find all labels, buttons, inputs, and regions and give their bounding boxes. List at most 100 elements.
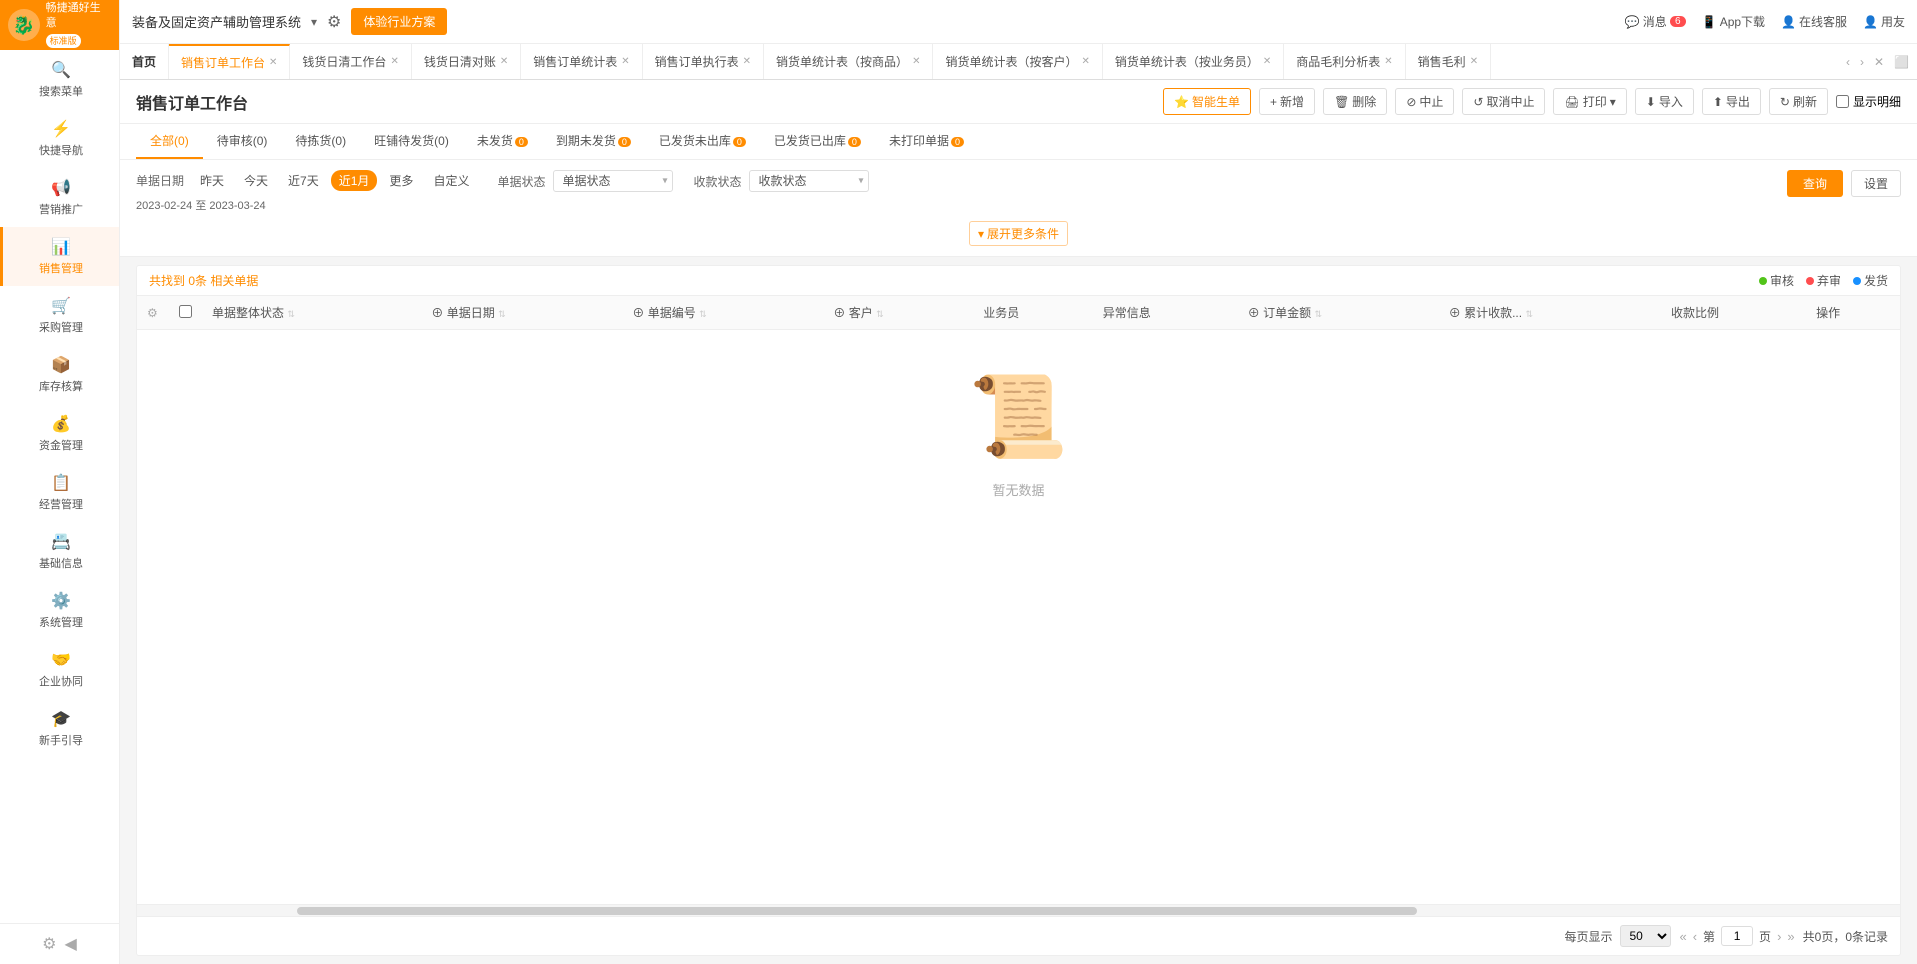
sort-icon[interactable]: ⇅: [1314, 309, 1322, 319]
sidebar-item-guide[interactable]: 🎓 新手引导: [0, 699, 119, 758]
tab-sales-summary-staff[interactable]: 销货单统计表（按业务员） ✕: [1103, 44, 1284, 80]
topbar-action-button[interactable]: 体验行业方案: [351, 8, 447, 35]
review-button[interactable]: 审核: [1759, 272, 1794, 289]
tab-cash-reconcile[interactable]: 钱货日清对账 ✕: [412, 44, 521, 80]
sidebar-item-system[interactable]: ⚙️ 系统管理: [0, 581, 119, 640]
refresh-button[interactable]: ↻ 刷新: [1769, 88, 1828, 115]
sidebar-item-inventory[interactable]: 📦 库存核算: [0, 345, 119, 404]
abandon-review-button[interactable]: 弃审: [1806, 272, 1841, 289]
system-icon: ⚙️: [51, 591, 71, 611]
sidebar-item-search[interactable]: 🔍 搜索菜单: [0, 50, 119, 109]
delete-button[interactable]: 🗑 删除: [1323, 88, 1387, 115]
detail-checkbox-input[interactable]: [1836, 95, 1849, 108]
table-scroll[interactable]: ⚙ 单据整体状态 ⇅ ⊕ 单据日期 ⇅ ⊕ 单据: [137, 296, 1900, 904]
sub-tab-pending-review[interactable]: 待审核(0): [203, 124, 282, 159]
cancel-stop-button[interactable]: ↺ 取消中止: [1462, 88, 1545, 115]
tab-close-icon[interactable]: ✕: [1470, 56, 1478, 67]
sub-tab-all[interactable]: 全部(0): [136, 124, 203, 159]
tab-close-icon[interactable]: ✕: [390, 56, 398, 67]
expand-filter-button[interactable]: ▾ 展开更多条件: [969, 221, 1068, 246]
show-detail-checkbox[interactable]: 显示明细: [1836, 93, 1901, 110]
tab-sales-gross[interactable]: 销售毛利 ✕: [1406, 44, 1491, 80]
tab-close-icon[interactable]: ✕: [621, 56, 629, 67]
tab-next-icon[interactable]: ›: [1856, 53, 1868, 71]
user-btn[interactable]: 👤 用友: [1863, 13, 1905, 30]
query-button[interactable]: 查询: [1787, 170, 1843, 197]
sub-tab-shipped-not-out[interactable]: 已发货未出库0: [645, 124, 760, 159]
page-last-btn[interactable]: »: [1787, 929, 1794, 944]
tab-home[interactable]: 首页: [120, 44, 169, 80]
add-button[interactable]: + 新增: [1259, 88, 1315, 115]
tab-close-icon[interactable]: ✕: [1263, 56, 1271, 67]
tab-gross-profit[interactable]: 商品毛利分析表 ✕: [1284, 44, 1405, 80]
set-button[interactable]: 设置: [1851, 170, 1901, 197]
settings-icon[interactable]: ⚙: [42, 934, 56, 954]
online-service-btn[interactable]: 👤 在线客服: [1781, 13, 1847, 30]
scrollbar-thumb[interactable]: [297, 907, 1417, 915]
tab-sales-workbench[interactable]: 销售订单工作台 ✕: [169, 44, 290, 80]
date-more[interactable]: 更多: [381, 170, 421, 191]
topbar-dropdown-icon[interactable]: ▾: [311, 15, 317, 29]
tab-prev-icon[interactable]: ‹: [1842, 53, 1854, 71]
tab-sales-summary-customer[interactable]: 销货单统计表（按客户） ✕: [933, 44, 1102, 80]
tab-sales-summary-product[interactable]: 销货单统计表（按商品） ✕: [764, 44, 933, 80]
tab-cash-daily[interactable]: 钱货日清工作台 ✕: [290, 44, 411, 80]
topbar-settings-icon[interactable]: ⚙: [327, 12, 341, 32]
sort-icon[interactable]: ⇅: [287, 309, 295, 319]
col-settings[interactable]: ⚙: [137, 296, 169, 330]
sub-tab-overdue[interactable]: 到期未发货0: [542, 124, 645, 159]
sidebar-item-base-info[interactable]: 📇 基础信息: [0, 522, 119, 581]
tab-close-icon[interactable]: ✕: [1081, 56, 1089, 67]
sub-tab-not-printed[interactable]: 未打印单据0: [875, 124, 978, 159]
app-download-btn[interactable]: 📱 App下载: [1702, 13, 1765, 30]
sub-tab-wangpu[interactable]: 旺铺待发货(0): [360, 124, 463, 159]
sort-icon[interactable]: ⇅: [1525, 309, 1533, 319]
status-select[interactable]: 单据状态: [553, 170, 673, 192]
sidebar-item-finance[interactable]: 💰 资金管理: [0, 404, 119, 463]
sidebar-item-purchase[interactable]: 🛒 采购管理: [0, 286, 119, 345]
stop-button[interactable]: ⊘ 中止: [1395, 88, 1454, 115]
result-suffix: 相关单据: [210, 274, 258, 288]
payment-select[interactable]: 收款状态: [749, 170, 869, 192]
date-custom[interactable]: 自定义: [425, 170, 477, 191]
tab-close-icon[interactable]: ✕: [269, 57, 277, 68]
sidebar-item-sales[interactable]: 📊 销售管理: [0, 227, 119, 286]
tab-close-all-icon[interactable]: ✕: [1870, 53, 1888, 71]
sidebar-item-quick-nav[interactable]: ⚡ 快捷导航: [0, 109, 119, 168]
date-yesterday[interactable]: 昨天: [192, 170, 232, 191]
sort-icon[interactable]: ⇅: [699, 309, 707, 319]
tab-close-icon[interactable]: ✕: [500, 56, 508, 67]
tab-sales-stats[interactable]: 销售订单统计表 ✕: [521, 44, 642, 80]
sidebar-item-operations[interactable]: 📋 经营管理: [0, 463, 119, 522]
sidebar-item-marketing[interactable]: 📢 营销推广: [0, 168, 119, 227]
tab-sales-exec[interactable]: 销售订单执行表 ✕: [643, 44, 764, 80]
horizontal-scrollbar[interactable]: [137, 904, 1900, 916]
import-button[interactable]: ⬇ 导入: [1635, 88, 1694, 115]
page-first-btn[interactable]: «: [1679, 929, 1686, 944]
ai-generate-button[interactable]: ⭐ 智能生单: [1163, 88, 1251, 115]
date-7days[interactable]: 近7天: [280, 170, 327, 191]
page-size-select[interactable]: 50100200: [1620, 925, 1671, 947]
tab-expand-icon[interactable]: ⬜: [1890, 53, 1913, 71]
sidebar-item-cooperation[interactable]: 🤝 企业协同: [0, 640, 119, 699]
export-button[interactable]: ⬆ 导出: [1702, 88, 1761, 115]
col-checkbox[interactable]: [169, 296, 202, 330]
messages-btn[interactable]: 💬 消息 6: [1625, 13, 1686, 30]
tab-close-icon[interactable]: ✕: [1384, 56, 1392, 67]
date-today[interactable]: 今天: [236, 170, 276, 191]
date-1month[interactable]: 近1月: [331, 170, 378, 191]
select-all-checkbox[interactable]: [179, 305, 192, 318]
ship-button[interactable]: 发货: [1853, 272, 1888, 289]
sub-tab-pending-inspect[interactable]: 待拣货(0): [281, 124, 360, 159]
tab-close-icon[interactable]: ✕: [912, 56, 920, 67]
sort-icon[interactable]: ⇅: [876, 309, 884, 319]
print-button[interactable]: 🖨 打印 ▾: [1553, 88, 1626, 115]
sub-tab-shipped-out[interactable]: 已发货已出库0: [760, 124, 875, 159]
sub-tab-not-shipped[interactable]: 未发货0: [463, 124, 542, 159]
tab-close-icon[interactable]: ✕: [743, 56, 751, 67]
page-number-input[interactable]: [1721, 926, 1753, 946]
sort-icon[interactable]: ⇅: [498, 309, 506, 319]
collapse-icon[interactable]: ◀: [65, 934, 77, 954]
page-prev-btn[interactable]: ‹: [1693, 929, 1697, 944]
page-next-btn[interactable]: ›: [1777, 929, 1781, 944]
